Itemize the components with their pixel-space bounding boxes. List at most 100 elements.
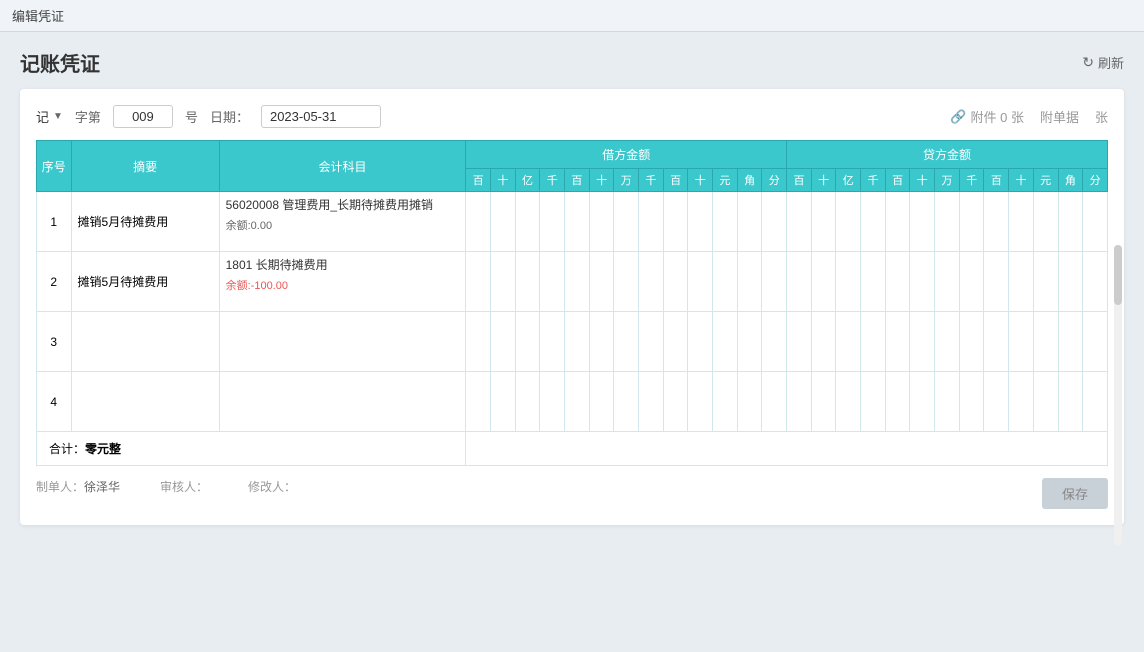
cell-debit-0-9[interactable] [688, 192, 713, 252]
cell-debit-3-11[interactable] [737, 372, 762, 432]
cell-credit-1-12[interactable] [1083, 252, 1108, 312]
cell-credit-1-1[interactable] [811, 252, 836, 312]
cell-credit-0-10[interactable] [1033, 192, 1058, 252]
cell-debit-1-2[interactable] [515, 252, 540, 312]
cell-credit-0-6[interactable] [935, 192, 960, 252]
save-button[interactable]: 保存 [1042, 478, 1108, 509]
cell-debit-2-7[interactable] [639, 312, 664, 372]
cell-credit-2-12[interactable] [1083, 312, 1108, 372]
attach-single-label[interactable]: 附单据 [1040, 107, 1079, 126]
cell-debit-0-5[interactable] [589, 192, 614, 252]
cell-seq-3[interactable]: 4 [37, 372, 72, 432]
cell-debit-1-5[interactable] [589, 252, 614, 312]
cell-credit-0-5[interactable] [910, 192, 935, 252]
cell-credit-3-3[interactable] [861, 372, 886, 432]
cell-credit-3-10[interactable] [1033, 372, 1058, 432]
cell-credit-3-6[interactable] [935, 372, 960, 432]
cell-credit-0-1[interactable] [811, 192, 836, 252]
cell-seq-1[interactable]: 2 [37, 252, 72, 312]
cell-credit-3-11[interactable] [1058, 372, 1083, 432]
cell-credit-0-2[interactable] [836, 192, 861, 252]
cell-debit-3-3[interactable] [540, 372, 565, 432]
cell-debit-3-7[interactable] [639, 372, 664, 432]
cell-debit-3-10[interactable] [713, 372, 738, 432]
cell-debit-1-1[interactable] [491, 252, 516, 312]
cell-summary-0[interactable]: 摊销5月待摊费用 [71, 192, 219, 252]
cell-credit-1-4[interactable] [885, 252, 910, 312]
cell-debit-0-0[interactable] [466, 192, 491, 252]
cell-credit-2-0[interactable] [787, 312, 812, 372]
cell-debit-2-9[interactable] [688, 312, 713, 372]
cell-debit-3-9[interactable] [688, 372, 713, 432]
cell-debit-2-0[interactable] [466, 312, 491, 372]
cell-credit-0-7[interactable] [959, 192, 984, 252]
cell-debit-0-6[interactable] [614, 192, 639, 252]
cell-credit-2-7[interactable] [959, 312, 984, 372]
cell-credit-2-10[interactable] [1033, 312, 1058, 372]
cell-debit-1-0[interactable] [466, 252, 491, 312]
cell-credit-0-11[interactable] [1058, 192, 1083, 252]
cell-credit-3-1[interactable] [811, 372, 836, 432]
cell-credit-0-8[interactable] [984, 192, 1009, 252]
cell-credit-2-1[interactable] [811, 312, 836, 372]
voucher-number-input[interactable] [113, 105, 173, 128]
attachment-link[interactable]: 🔗 附件 0 张 [950, 107, 1024, 126]
cell-credit-3-4[interactable] [885, 372, 910, 432]
cell-debit-2-1[interactable] [491, 312, 516, 372]
cell-debit-1-9[interactable] [688, 252, 713, 312]
cell-debit-1-10[interactable] [713, 252, 738, 312]
cell-credit-3-5[interactable] [910, 372, 935, 432]
cell-account-1[interactable]: 1801 长期待摊费用余额:-100.00 [219, 252, 466, 312]
cell-credit-2-3[interactable] [861, 312, 886, 372]
cell-credit-2-2[interactable] [836, 312, 861, 372]
cell-account-2[interactable] [219, 312, 466, 372]
cell-debit-1-8[interactable] [663, 252, 688, 312]
cell-debit-2-10[interactable] [713, 312, 738, 372]
cell-credit-3-7[interactable] [959, 372, 984, 432]
ji-selector[interactable]: 记 ▼ [36, 107, 63, 126]
cell-credit-2-8[interactable] [984, 312, 1009, 372]
cell-credit-2-6[interactable] [935, 312, 960, 372]
cell-debit-3-2[interactable] [515, 372, 540, 432]
refresh-button[interactable]: ↻ 刷新 [1082, 53, 1124, 72]
cell-credit-0-4[interactable] [885, 192, 910, 252]
cell-debit-2-6[interactable] [614, 312, 639, 372]
cell-account-0[interactable]: 56020008 管理费用_长期待摊费用摊销余额:0.00 [219, 192, 466, 252]
cell-debit-0-10[interactable] [713, 192, 738, 252]
cell-debit-1-6[interactable] [614, 252, 639, 312]
cell-debit-3-6[interactable] [614, 372, 639, 432]
cell-credit-1-11[interactable] [1058, 252, 1083, 312]
cell-debit-3-4[interactable] [565, 372, 590, 432]
cell-seq-2[interactable]: 3 [37, 312, 72, 372]
cell-debit-2-5[interactable] [589, 312, 614, 372]
cell-debit-3-8[interactable] [663, 372, 688, 432]
cell-credit-1-6[interactable] [935, 252, 960, 312]
cell-debit-2-3[interactable] [540, 312, 565, 372]
cell-credit-3-0[interactable] [787, 372, 812, 432]
cell-debit-0-12[interactable] [762, 192, 787, 252]
cell-debit-0-4[interactable] [565, 192, 590, 252]
cell-credit-0-12[interactable] [1083, 192, 1108, 252]
cell-debit-2-8[interactable] [663, 312, 688, 372]
cell-credit-0-3[interactable] [861, 192, 886, 252]
cell-debit-0-2[interactable] [515, 192, 540, 252]
cell-debit-0-11[interactable] [737, 192, 762, 252]
cell-debit-2-2[interactable] [515, 312, 540, 372]
cell-credit-0-9[interactable] [1009, 192, 1034, 252]
cell-credit-2-11[interactable] [1058, 312, 1083, 372]
cell-credit-3-12[interactable] [1083, 372, 1108, 432]
scrollbar-thumb[interactable] [1114, 245, 1122, 305]
cell-debit-1-11[interactable] [737, 252, 762, 312]
cell-credit-1-10[interactable] [1033, 252, 1058, 312]
cell-debit-1-3[interactable] [540, 252, 565, 312]
cell-credit-1-3[interactable] [861, 252, 886, 312]
cell-credit-1-2[interactable] [836, 252, 861, 312]
cell-debit-3-0[interactable] [466, 372, 491, 432]
cell-debit-1-4[interactable] [565, 252, 590, 312]
cell-credit-1-7[interactable] [959, 252, 984, 312]
scrollbar[interactable] [1114, 245, 1122, 545]
cell-credit-1-8[interactable] [984, 252, 1009, 312]
cell-summary-1[interactable]: 摊销5月待摊费用 [71, 252, 219, 312]
cell-account-3[interactable] [219, 372, 466, 432]
date-input[interactable] [261, 105, 381, 128]
